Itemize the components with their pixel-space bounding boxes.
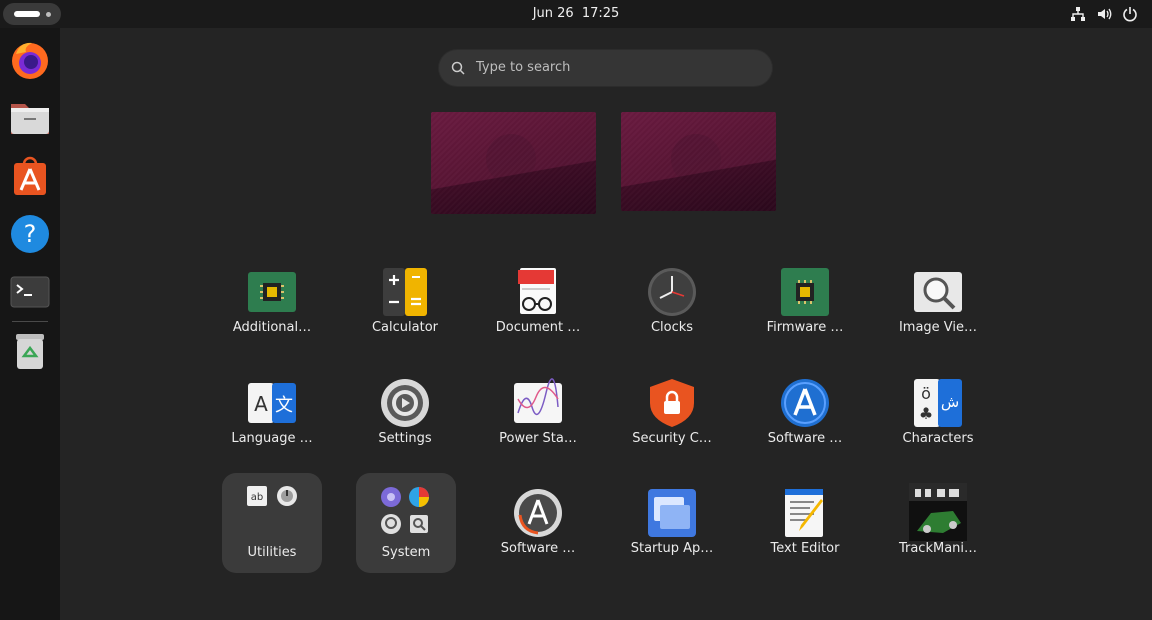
overview: Type to search Additional… Calculator Do… (60, 28, 1152, 620)
app-settings[interactable]: Settings (345, 369, 465, 469)
language-icon: A 文 (248, 383, 296, 423)
wallpaper-texture (621, 112, 776, 211)
characters-icon: ö ♣ ش (914, 379, 962, 427)
app-label: Characters (902, 431, 974, 446)
software-updater-icon (781, 379, 829, 427)
app-label: Startup Ap… (630, 541, 714, 556)
folder-utilities[interactable]: ab Utilities (222, 473, 322, 573)
app-label: Calculator (371, 320, 438, 335)
app-security-center[interactable]: Security C… (612, 369, 732, 469)
app-additional-drivers[interactable]: Additional… (212, 258, 332, 358)
folder-label: Utilities (247, 545, 297, 560)
svg-text:文: 文 (275, 395, 293, 416)
search-placeholder: Type to search (476, 60, 571, 75)
search-input[interactable]: Type to search (439, 50, 772, 86)
clock[interactable]: Jun 26 17:25 (0, 6, 1152, 21)
files-icon[interactable] (8, 96, 52, 140)
app-label: Power Sta… (499, 431, 577, 446)
font-viewer-icon: ab (247, 486, 267, 506)
app-label: Software … (767, 431, 843, 446)
gear-icon (381, 379, 429, 427)
terminal-icon[interactable] (8, 270, 52, 314)
svg-text:?: ? (24, 220, 37, 248)
app-center-icon[interactable] (8, 154, 52, 198)
image-viewer-icon (914, 272, 962, 312)
folder-label: System (381, 545, 431, 560)
system-monitor-icon (381, 487, 401, 507)
app-software-updater[interactable]: Software … (745, 369, 865, 469)
disk-usage-icon (277, 486, 297, 506)
app-label: Firmware … (766, 320, 844, 335)
chip-icon (248, 272, 296, 312)
svg-text:ö: ö (921, 384, 931, 403)
app-label: Document … (495, 320, 581, 335)
pie-chart-icon (409, 487, 429, 507)
app-startup-applications[interactable]: Startup Ap… (612, 479, 732, 579)
clock-time: 17:25 (581, 6, 620, 21)
app-label: Additional… (232, 320, 312, 335)
app-trackmania[interactable]: TrackMani… (878, 479, 998, 579)
software-properties-icon (514, 489, 562, 537)
app-language-support[interactable]: A 文 Language … (212, 369, 332, 469)
svg-text:ab: ab (251, 492, 263, 503)
firefox-icon[interactable] (8, 38, 52, 82)
trash-icon[interactable] (8, 328, 52, 372)
folder-system[interactable]: System (356, 473, 456, 573)
app-label: Settings (378, 431, 432, 446)
trackmania-icon (909, 483, 967, 541)
app-label: Security C… (632, 431, 712, 446)
help-icon[interactable]: ? (8, 212, 52, 256)
disks-icon (410, 515, 428, 533)
app-characters[interactable]: ö ♣ ش Characters (878, 369, 998, 469)
app-label: TrackMani… (898, 541, 978, 556)
app-label: Clocks (650, 320, 694, 335)
svg-text:ش: ش (941, 393, 959, 411)
power-statistics-icon (514, 378, 562, 423)
clock-icon (648, 268, 696, 316)
search-icon (451, 61, 465, 75)
startup-applications-icon (648, 489, 696, 537)
app-document-viewer[interactable]: Document … (478, 258, 598, 358)
wallpaper-texture (431, 112, 596, 214)
svg-text:A: A (254, 392, 268, 416)
top-bar: Jun 26 17:25 (0, 0, 1152, 28)
app-label: Software … (500, 541, 576, 556)
network-icon[interactable] (1070, 6, 1086, 22)
app-software-properties[interactable]: Software … (478, 479, 598, 579)
logs-icon (381, 514, 401, 534)
chip-icon (781, 268, 829, 316)
app-power-statistics[interactable]: Power Sta… (478, 369, 598, 469)
text-editor-icon (785, 489, 823, 537)
volume-icon[interactable] (1096, 6, 1112, 22)
app-calculator[interactable]: Calculator (345, 258, 465, 358)
workspace-thumbnail-2[interactable] (621, 112, 776, 211)
svg-text:♣: ♣ (919, 404, 933, 423)
app-label: Image Vie… (898, 320, 978, 335)
app-clocks[interactable]: Clocks (612, 258, 732, 358)
document-viewer-icon (518, 268, 556, 314)
app-firmware-updater[interactable]: Firmware … (745, 258, 865, 358)
app-image-viewer[interactable]: Image Vie… (878, 258, 998, 358)
workspace-thumbnail-1[interactable] (431, 112, 596, 214)
dock: ? (0, 28, 60, 620)
app-label: Language … (231, 431, 313, 446)
system-tray[interactable] (1070, 6, 1138, 22)
shield-icon (650, 379, 694, 427)
power-icon[interactable] (1122, 6, 1138, 22)
clock-date: Jun 26 (532, 6, 574, 21)
app-label: Text Editor (770, 541, 840, 556)
app-text-editor[interactable]: Text Editor (745, 479, 865, 579)
dock-separator (12, 321, 48, 322)
calculator-icon (383, 268, 427, 316)
